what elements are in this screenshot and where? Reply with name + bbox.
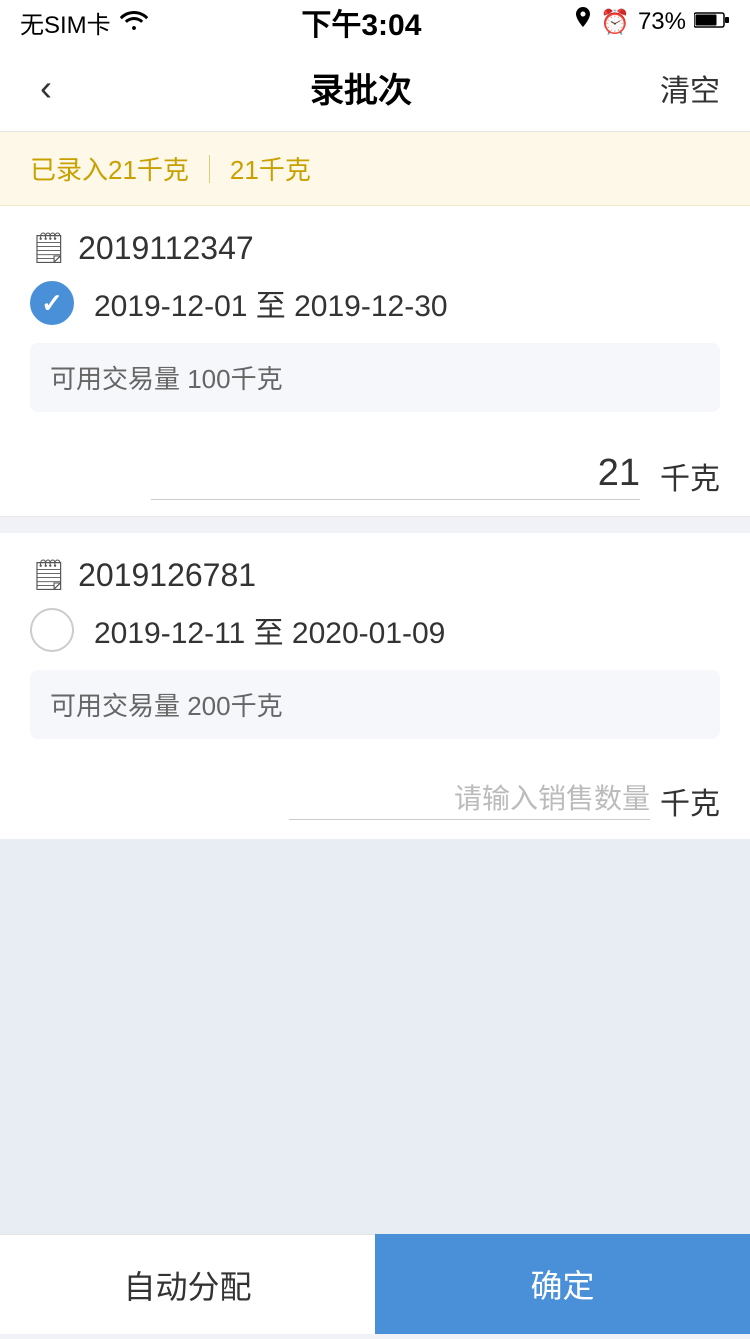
status-right: ⏰ 73% — [574, 7, 730, 38]
input-wrap-2 — [30, 783, 650, 820]
batch-card-2: 🗒 2019126781 2019-12-11 至 2020-01-09 可用交… — [0, 533, 750, 839]
info-divider — [209, 155, 210, 183]
qty-input-1[interactable] — [151, 452, 640, 500]
confirm-button[interactable]: 确定 — [375, 1234, 750, 1334]
nav-bar: ‹ 录批次 清空 — [0, 44, 750, 132]
qty-unit-2: 千克 — [660, 779, 720, 823]
sim-text: 无SIM卡 — [20, 5, 111, 40]
batch-header-1: 🗒 2019112347 — [30, 230, 720, 267]
qty-input-2[interactable] — [289, 783, 650, 820]
bottom-bar: 自动分配 确定 — [0, 1234, 750, 1334]
radio-unchecked-2[interactable] — [30, 608, 74, 652]
status-left: 无SIM卡 — [20, 5, 149, 40]
batch-date-row-1: 2019-12-01 至 2019-12-30 — [30, 281, 720, 325]
qty-unit-1: 千克 — [660, 454, 720, 498]
batch-header-2: 🗒 2019126781 — [30, 557, 720, 594]
info-banner: 已录入21千克 21千克 — [0, 132, 750, 206]
batch-dates-2: 2019-12-11 至 2020-01-09 — [94, 608, 445, 652]
avail-label-1: 可用交易量 100千克 — [50, 364, 283, 394]
radio-checked-1[interactable] — [30, 281, 74, 325]
alarm-icon: ⏰ — [600, 8, 630, 37]
status-time: 下午3:04 — [301, 0, 421, 44]
battery-text: 73% — [638, 8, 686, 36]
avail-label-2: 可用交易量 200千克 — [50, 691, 283, 721]
batch-number-2: 2019126781 — [78, 557, 256, 594]
doc-icon-2: 🗒 — [30, 558, 68, 593]
batch-card-1: 🗒 2019112347 2019-12-01 至 2019-12-30 可用交… — [0, 206, 750, 517]
wifi-icon — [119, 8, 149, 37]
status-bar: 无SIM卡 下午3:04 ⏰ 73% — [0, 0, 750, 44]
info-value: 21千克 — [230, 150, 311, 187]
doc-icon-1: 🗒 — [30, 231, 68, 266]
batch-number-1: 2019112347 — [78, 230, 254, 267]
qty-input-wrapper-1 — [30, 452, 640, 500]
qty-row-2: 千克 — [0, 759, 750, 839]
page-title: 录批次 — [310, 63, 412, 112]
auto-distribute-button[interactable]: 自动分配 — [0, 1234, 375, 1334]
battery-icon — [694, 8, 730, 36]
qty-row-1: 千克 — [0, 432, 750, 517]
bottom-space — [0, 839, 750, 1239]
avail-box-2: 可用交易量 200千克 — [30, 670, 720, 739]
back-button[interactable]: ‹ — [30, 57, 62, 119]
clear-button[interactable]: 清空 — [660, 66, 720, 110]
recorded-label: 已录入21千克 — [30, 150, 189, 187]
avail-box-1: 可用交易量 100千克 — [30, 343, 720, 412]
batch-date-row-2: 2019-12-11 至 2020-01-09 — [30, 608, 720, 652]
location-icon — [574, 7, 592, 38]
section-divider — [0, 517, 750, 533]
batch-dates-1: 2019-12-01 至 2019-12-30 — [94, 281, 448, 325]
